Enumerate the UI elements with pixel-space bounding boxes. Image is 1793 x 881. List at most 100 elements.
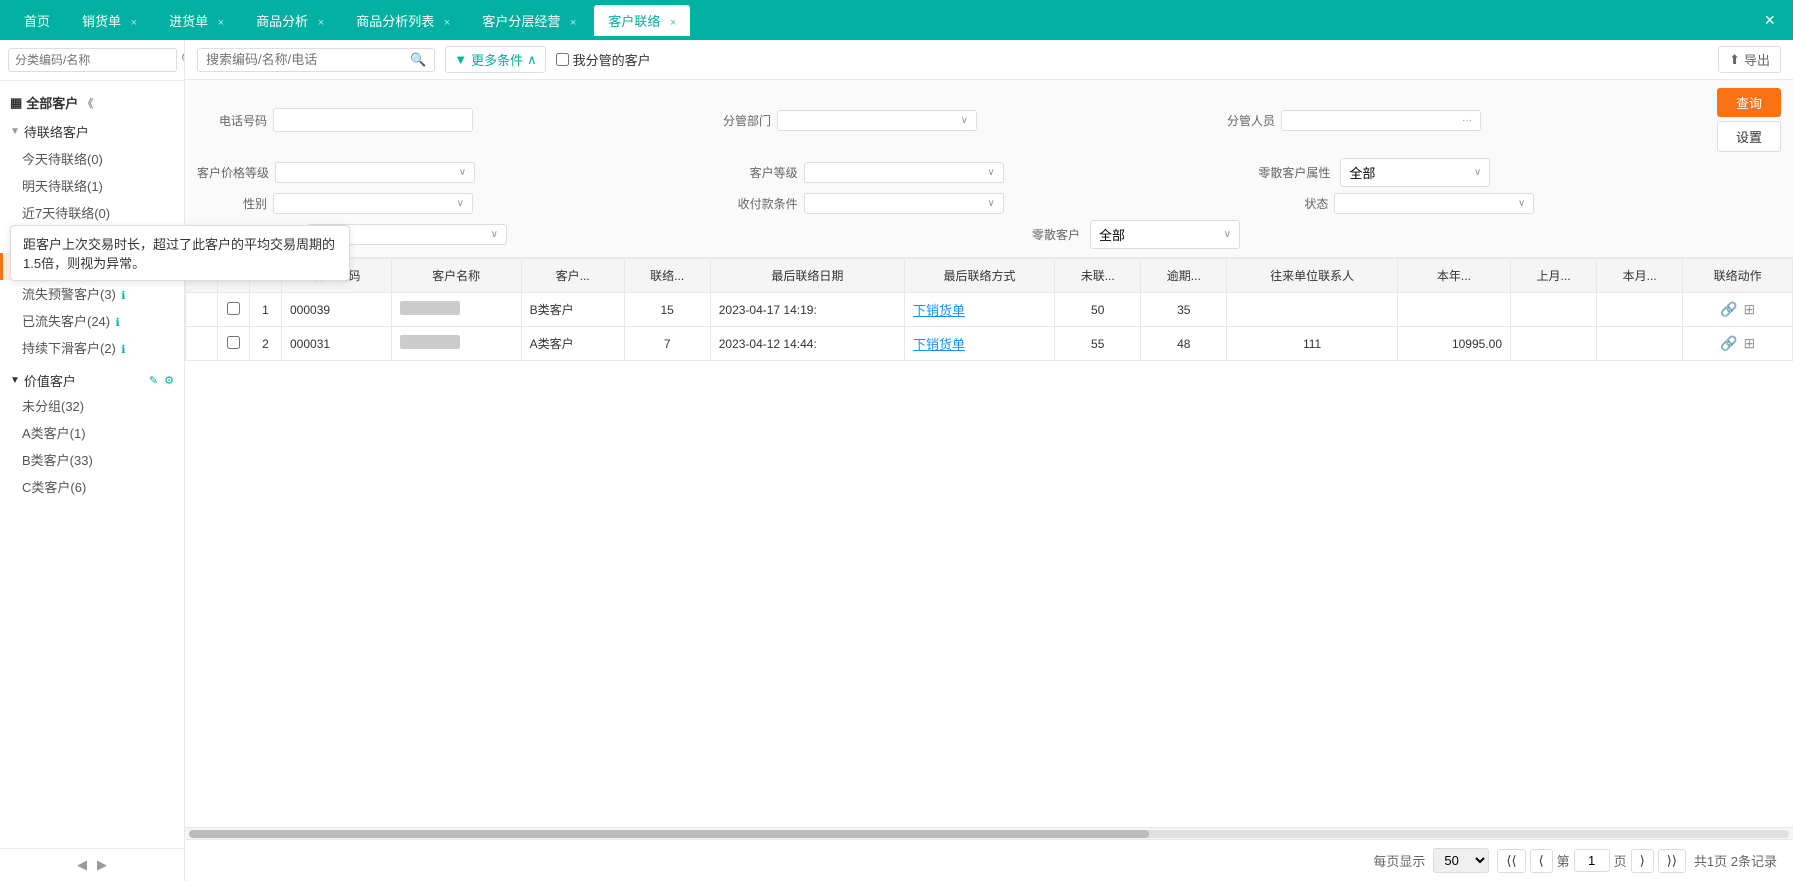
sidebar-right-arrow[interactable]: ▶ bbox=[97, 857, 107, 873]
next-page-button[interactable]: ⟩ bbox=[1631, 849, 1654, 873]
close-icon[interactable]: × bbox=[670, 17, 676, 29]
col-this-month[interactable]: 本月... bbox=[1597, 259, 1683, 293]
col-contacts[interactable]: 往来单位联系人 bbox=[1227, 259, 1397, 293]
export-button[interactable]: ⬆ 导出 bbox=[1718, 46, 1781, 73]
close-icon[interactable]: × bbox=[444, 17, 450, 29]
sidebar-item-churn-warning[interactable]: 流失预警客户(3) ℹ bbox=[0, 280, 184, 307]
link-icon[interactable]: 🔗 bbox=[1720, 335, 1737, 352]
tab-product-analysis[interactable]: 商品分析 × bbox=[242, 5, 338, 36]
chevron-down-icon: ∨ bbox=[1474, 167, 1481, 178]
tab-home[interactable]: 首页 bbox=[10, 5, 64, 36]
branch-dept-select[interactable]: ∨ bbox=[777, 110, 977, 131]
window-close-button[interactable]: × bbox=[1756, 10, 1783, 31]
sidebar-left-arrow[interactable]: ◀ bbox=[77, 857, 87, 873]
gender-select[interactable]: ∨ bbox=[273, 193, 473, 214]
close-icon[interactable]: × bbox=[218, 17, 224, 29]
row-checkbox[interactable] bbox=[218, 293, 250, 327]
row-overdue: 35 bbox=[1141, 293, 1227, 327]
sidebar-item-unclassified[interactable]: 未分组(32) bbox=[0, 392, 184, 419]
settings-button[interactable]: 设置 bbox=[1717, 121, 1781, 152]
sidebar-section-value-customers[interactable]: ▼ 价值客户 ✎ ⚙ bbox=[0, 365, 184, 392]
link-icon[interactable]: 🔗 bbox=[1720, 301, 1737, 318]
phone-input[interactable] bbox=[273, 108, 473, 132]
col-name[interactable]: 客户名称 bbox=[391, 259, 521, 293]
filter-row-3: 性别 ∨ 收付款条件 ∨ 状态 bbox=[197, 193, 1781, 214]
row-contacts: 111 bbox=[1227, 327, 1397, 361]
sidebar-item-all-customers[interactable]: ▦ 全部客户 《 bbox=[0, 87, 184, 118]
col-contact-count[interactable]: 联络... bbox=[624, 259, 710, 293]
status-select[interactable]: ∨ bbox=[1334, 193, 1534, 214]
tab-sales[interactable]: 销货单 × bbox=[68, 5, 151, 36]
sidebar-item-today[interactable]: 今天待联络(0) bbox=[0, 145, 184, 172]
sidebar-item-tomorrow[interactable]: 明天待联络(1) bbox=[0, 172, 184, 199]
close-icon[interactable]: × bbox=[131, 17, 137, 29]
close-icon[interactable]: × bbox=[570, 17, 576, 29]
main-layout: 🔍 ▦ 全部客户 《 ▼ 待联络客户 今天待联络(0) 明天待联络(1) 近7天… bbox=[0, 40, 1793, 881]
col-overdue[interactable]: 逾期... bbox=[1141, 259, 1227, 293]
sidebar-item-class-b[interactable]: B类客户(33) bbox=[0, 446, 184, 473]
query-button[interactable]: 查询 bbox=[1717, 88, 1781, 117]
tab-customer-tier[interactable]: 客户分层经营 × bbox=[468, 5, 590, 36]
row-last-contact-method[interactable]: 下销货单 bbox=[904, 327, 1054, 361]
horizontal-scrollbar[interactable] bbox=[185, 827, 1793, 839]
row-index: 1 bbox=[250, 293, 282, 327]
row-last-contact-date: 2023-04-12 14:44: bbox=[710, 327, 904, 361]
retail-attr-select[interactable]: 全部 ∨ bbox=[1340, 158, 1490, 187]
edit-icon[interactable]: ✎ bbox=[149, 374, 158, 387]
row-checkbox[interactable] bbox=[218, 327, 250, 361]
retail-attr-value: 全部 bbox=[1349, 163, 1375, 182]
settings-icon[interactable]: ⚙ bbox=[164, 374, 174, 387]
sidebar-item-class-c[interactable]: C类客户(6) bbox=[0, 473, 184, 500]
sidebar-item-class-a[interactable]: A类客户(1) bbox=[0, 419, 184, 446]
first-page-button[interactable]: ⟨⟨ bbox=[1497, 849, 1525, 873]
grid-icon[interactable]: ⊞ bbox=[1743, 301, 1755, 318]
scroll-thumb[interactable] bbox=[189, 830, 1149, 838]
filter-icon: ▼ bbox=[454, 52, 467, 67]
sidebar-search-bar: 🔍 bbox=[0, 40, 184, 81]
last-page-button[interactable]: ⟩⟩ bbox=[1658, 849, 1686, 873]
row-last-contact-method[interactable]: 下销货单 bbox=[904, 293, 1054, 327]
filter-gender: 性别 ∨ bbox=[197, 193, 720, 214]
customer-level-select[interactable]: ∨ bbox=[804, 162, 1004, 183]
my-customers-checkbox[interactable]: 我分管的客户 bbox=[556, 50, 651, 69]
sidebar-item-7days[interactable]: 近7天待联络(0) bbox=[0, 199, 184, 226]
page-prefix-label: 第 bbox=[1557, 851, 1570, 870]
sidebar-item-declining[interactable]: 持续下滑客户(2) ℹ bbox=[0, 334, 184, 361]
page-number-input[interactable] bbox=[1574, 849, 1610, 872]
col-last-month[interactable]: 上月... bbox=[1511, 259, 1597, 293]
col-customer-type[interactable]: 客户... bbox=[521, 259, 624, 293]
prev-page-button[interactable]: ⟨ bbox=[1530, 849, 1553, 873]
grid-icon[interactable]: ⊞ bbox=[1743, 335, 1755, 352]
sidebar-section-label: 价值客户 bbox=[24, 371, 76, 390]
table-header-row: ⚙ ☐ 客户编码 客户名称 客户... 联络... 最后联络日期 最后联络方式 … bbox=[186, 259, 1793, 293]
more-conditions-button[interactable]: ▼ 更多条件 ∧ bbox=[445, 46, 545, 73]
sidebar-search-input[interactable] bbox=[8, 48, 177, 72]
filter-row-2: 客户价格等级 ∨ 客户等级 ∨ 零散客户属性 bbox=[197, 158, 1781, 187]
col-uncontacted[interactable]: 未联... bbox=[1055, 259, 1141, 293]
sidebar-group-waiting[interactable]: ▼ 待联络客户 bbox=[0, 118, 184, 145]
per-page-label: 每页显示 bbox=[1373, 851, 1425, 870]
my-customers-checkbox-input[interactable] bbox=[556, 53, 569, 66]
close-icon[interactable]: × bbox=[318, 17, 324, 29]
retail-customer-select[interactable]: 全部 ∨ bbox=[1090, 220, 1240, 249]
col-last-contact-date[interactable]: 最后联络日期 bbox=[710, 259, 904, 293]
branch-person-select[interactable]: ··· bbox=[1281, 110, 1481, 131]
sidebar-item-churned[interactable]: 已流失客户(24) ℹ bbox=[0, 307, 184, 334]
main-search-input[interactable] bbox=[206, 52, 406, 67]
tab-purchase[interactable]: 进货单 × bbox=[155, 5, 238, 36]
search-icon[interactable]: 🔍 bbox=[410, 52, 426, 68]
payment-select[interactable]: ∨ bbox=[804, 193, 1004, 214]
tab-customer-contact[interactable]: 客户联络 × bbox=[594, 5, 690, 36]
col-action: 联络动作 bbox=[1683, 259, 1793, 293]
row-this-month bbox=[1597, 327, 1683, 361]
filter-phone: 电话号码 bbox=[197, 108, 693, 132]
tab-product-analysis-list[interactable]: 商品分析列表 × bbox=[342, 5, 464, 36]
price-level-select[interactable]: ∨ bbox=[275, 162, 475, 183]
chevron-down-icon: ∨ bbox=[1224, 229, 1231, 240]
table-row: 2 000031 A类客户 7 2023-04-12 14:44: 下销货单 5… bbox=[186, 327, 1793, 361]
col-last-contact-method[interactable]: 最后联络方式 bbox=[904, 259, 1054, 293]
export-label: 导出 bbox=[1744, 50, 1770, 69]
collapse-icon: 《 bbox=[82, 95, 93, 111]
per-page-select[interactable]: 50 100 200 bbox=[1433, 848, 1489, 873]
col-this-year[interactable]: 本年... bbox=[1397, 259, 1510, 293]
